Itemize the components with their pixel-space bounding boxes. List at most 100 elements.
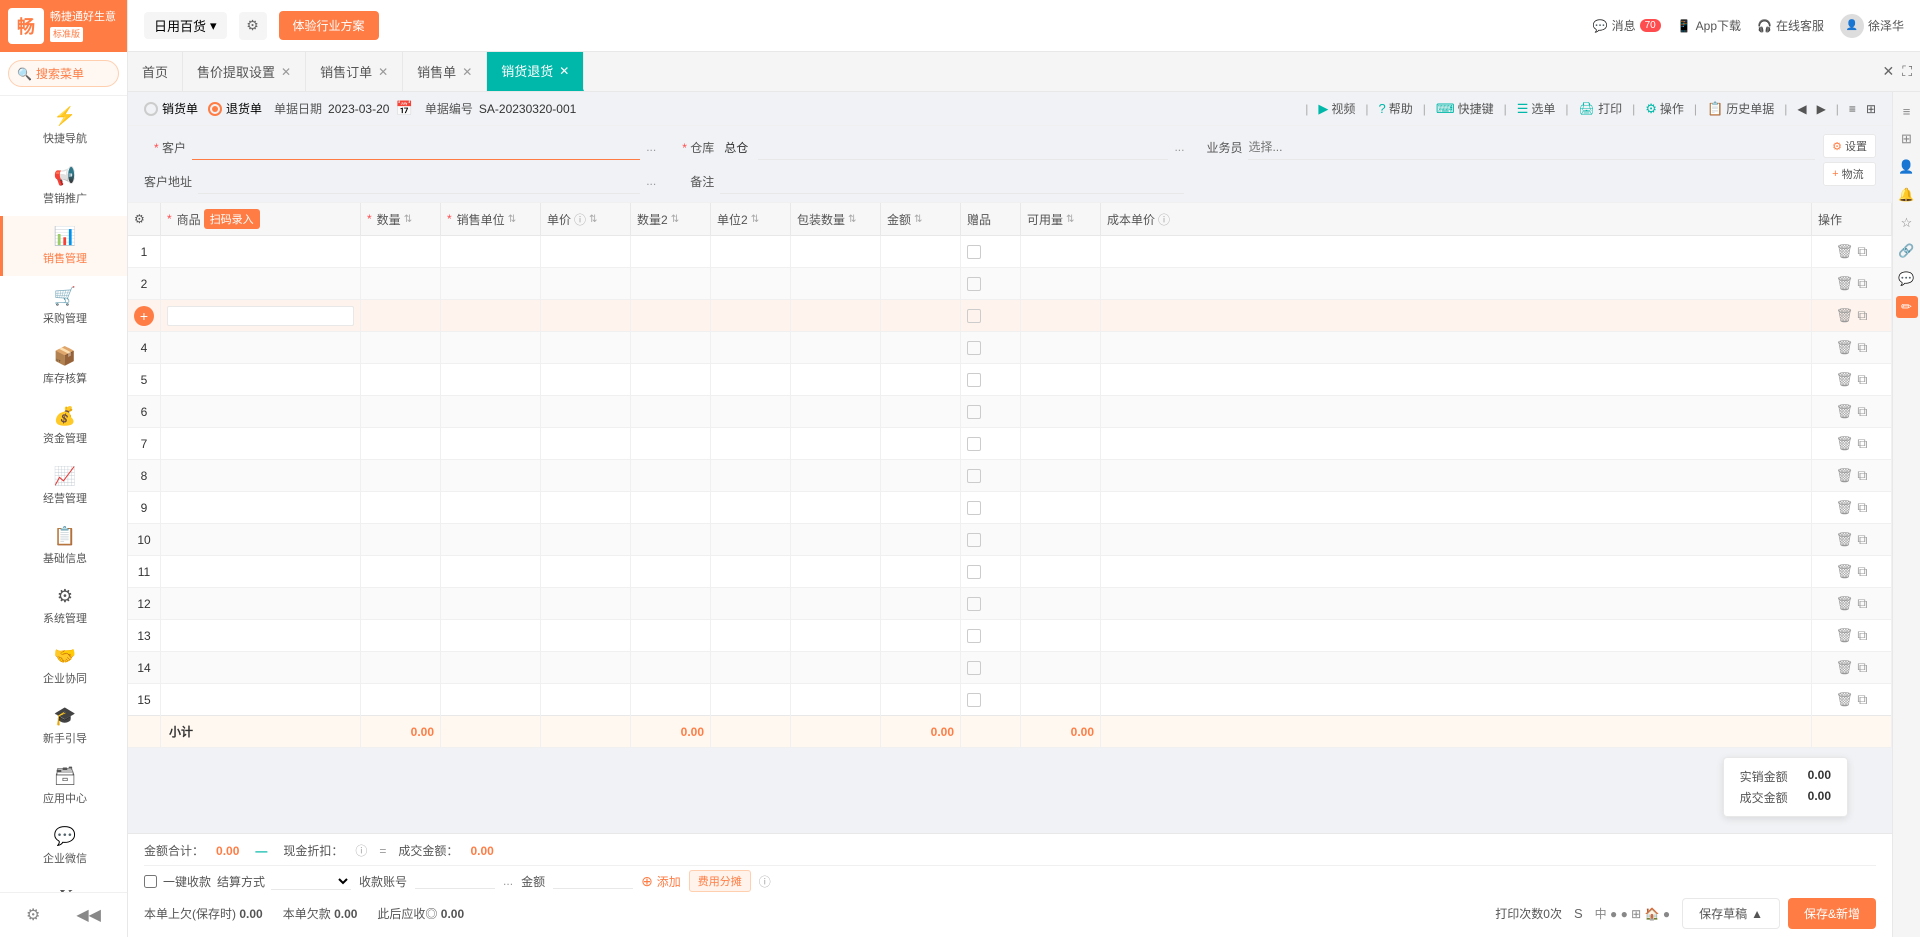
del-14[interactable]: 🗑 — [1836, 659, 1854, 676]
tab-sales-order[interactable]: 销售订单 ✕ — [306, 52, 403, 91]
sort-available[interactable]: ⇅ — [1066, 214, 1074, 225]
sidebar-item-operations[interactable]: 📈 经营管理 — [0, 456, 127, 516]
pack-input-1[interactable] — [797, 243, 874, 261]
unit-input-1[interactable] — [447, 243, 534, 261]
sidebar-item-finance[interactable]: 💰 资金管理 — [0, 396, 127, 456]
gift-check-1[interactable] — [967, 245, 981, 259]
warehouse-input[interactable] — [758, 134, 1168, 160]
copy-11[interactable]: ⧉ — [1857, 563, 1867, 580]
copy-row-1[interactable]: ⧉ — [1857, 243, 1867, 260]
del-5[interactable]: 🗑 — [1836, 371, 1854, 388]
tab-close-price[interactable]: ✕ — [281, 65, 291, 79]
add-payment-btn[interactable]: ⊕ 添加 — [641, 873, 681, 890]
fee-split-btn[interactable]: 费用分摊 — [689, 870, 751, 892]
salesman-input[interactable] — [1248, 134, 1815, 160]
gift-check-6[interactable] — [967, 405, 981, 419]
action-shortcut[interactable]: ⌨ 快捷键 — [1436, 100, 1494, 117]
online-service-btn[interactable]: 🎧 在线客服 — [1757, 17, 1824, 34]
tab-price-settings[interactable]: 售价提取设置 ✕ — [183, 52, 306, 91]
sort-amount[interactable]: ⇅ — [914, 214, 922, 225]
sidebar-item-system[interactable]: ⚙ 系统管理 — [0, 576, 127, 636]
one-click-payment-check[interactable] — [144, 875, 157, 888]
copy-12[interactable]: ⧉ — [1857, 595, 1867, 612]
qty2-input-1[interactable] — [637, 243, 704, 261]
customer-input[interactable] — [192, 134, 640, 160]
sidebar-item-apps[interactable]: 🗃 应用中心 — [0, 756, 127, 816]
panel-icon-grid[interactable]: ⊞ — [1896, 128, 1918, 150]
sidebar-collapse-btn[interactable]: ◀◀ — [72, 901, 105, 929]
sidebar-item-purchase[interactable]: 🛒 采购管理 — [0, 276, 127, 336]
del-8[interactable]: 🗑 — [1836, 467, 1854, 484]
warehouse-more-btn[interactable]: ... — [1174, 140, 1184, 154]
sort-price[interactable]: ⇅ — [589, 214, 597, 225]
tab-close-all-icon[interactable]: ✕ — [1882, 63, 1894, 80]
tab-home[interactable]: 首页 — [128, 52, 183, 91]
product-input-1[interactable] — [167, 243, 354, 261]
address-input[interactable] — [198, 168, 640, 194]
tab-sales-return[interactable]: 销货退货 ✕ — [487, 52, 584, 91]
gift-check-7[interactable] — [967, 437, 981, 451]
del-10[interactable]: 🗑 — [1836, 531, 1854, 548]
panel-icon-bell[interactable]: 🔔 — [1896, 184, 1918, 206]
gift-check-10[interactable] — [967, 533, 981, 547]
tab-maximize-icon[interactable]: ⛶ — [1902, 63, 1912, 80]
gift-check-13[interactable] — [967, 629, 981, 643]
action-view-grid[interactable]: ⊞ — [1866, 102, 1876, 116]
panel-icon-chat[interactable]: 💬 — [1896, 268, 1918, 290]
customer-more-btn[interactable]: ... — [646, 140, 656, 154]
action-video[interactable]: ▶ 视频 — [1318, 100, 1355, 117]
sidebar-item-inventory[interactable]: 📦 库存核算 — [0, 336, 127, 396]
search-menu-button[interactable]: 🔍 搜索菜单 — [8, 60, 119, 87]
remark-input[interactable] — [720, 168, 1184, 194]
account-input[interactable] — [415, 874, 495, 889]
date-picker-btn[interactable]: 📅 — [395, 100, 412, 117]
trial-btn[interactable]: 体验行业方案 — [279, 11, 379, 40]
del-7[interactable]: 🗑 — [1836, 435, 1854, 452]
copy-7[interactable]: ⧉ — [1857, 435, 1867, 452]
sidebar-settings-btn[interactable]: ⚙ — [22, 901, 44, 929]
gift-check-15[interactable] — [967, 693, 981, 707]
tab-close-bill[interactable]: ✕ — [462, 65, 472, 79]
header-gear-btn[interactable]: ⚙ — [239, 12, 267, 40]
payment-method-select[interactable] — [271, 873, 351, 890]
gift-check-2[interactable] — [967, 277, 981, 291]
cost-info-icon[interactable]: ⓘ — [1158, 211, 1170, 228]
delete-row-3[interactable]: 🗑 — [1836, 307, 1854, 324]
panel-icon-link[interactable]: 🔗 — [1896, 240, 1918, 262]
panel-icon-user[interactable]: 👤 — [1896, 156, 1918, 178]
sort-unit2[interactable]: ⇅ — [751, 214, 759, 225]
message-btn[interactable]: 💬 消息 70 — [1593, 17, 1661, 34]
app-download-btn[interactable]: 📱 App下载 — [1677, 17, 1741, 34]
unit2-input-1[interactable] — [717, 243, 784, 261]
action-view-list[interactable]: ≡ — [1849, 102, 1856, 116]
tab-sales-bill[interactable]: 销售单 ✕ — [403, 52, 487, 91]
gift-check-9[interactable] — [967, 501, 981, 515]
sidebar-item-basic[interactable]: 📋 基础信息 — [0, 516, 127, 576]
gift-check-14[interactable] — [967, 661, 981, 675]
copy-5[interactable]: ⧉ — [1857, 371, 1867, 388]
gear-icon[interactable]: ⚙ — [134, 212, 145, 226]
price-info-icon[interactable]: ⓘ — [574, 211, 586, 228]
gift-check-3[interactable] — [967, 309, 981, 323]
panel-icon-list[interactable]: ≡ — [1896, 100, 1918, 122]
action-next[interactable]: ▶ — [1817, 102, 1826, 116]
copy-row-2[interactable]: ⧉ — [1857, 275, 1867, 292]
sidebar-item-member[interactable]: V 畅会员 — [0, 876, 127, 892]
sort-qty2[interactable]: ⇅ — [671, 214, 679, 225]
action-history[interactable]: 📋 历史单据 — [1707, 100, 1774, 117]
action-help[interactable]: ? 帮助 — [1378, 100, 1412, 117]
discount-help-icon[interactable]: ⓘ — [355, 842, 367, 859]
gift-check-5[interactable] — [967, 373, 981, 387]
action-menu[interactable]: ☰ 选单 — [1517, 100, 1556, 117]
fee-help-icon[interactable]: ⓘ — [759, 873, 771, 890]
address-more-btn[interactable]: ... — [646, 174, 656, 188]
product-input-3[interactable] — [167, 306, 354, 326]
copy-4[interactable]: ⧉ — [1857, 339, 1867, 356]
delete-row-1[interactable]: 🗑 — [1836, 243, 1854, 260]
panel-icon-edit[interactable]: ✏ — [1896, 296, 1918, 318]
copy-15[interactable]: ⧉ — [1857, 691, 1867, 708]
sidebar-item-sales[interactable]: 📊 销售管理 — [0, 216, 127, 276]
del-9[interactable]: 🗑 — [1836, 499, 1854, 516]
copy-row-3[interactable]: ⧉ — [1857, 307, 1867, 324]
action-print[interactable]: 🖨 打印 — [1579, 100, 1623, 117]
